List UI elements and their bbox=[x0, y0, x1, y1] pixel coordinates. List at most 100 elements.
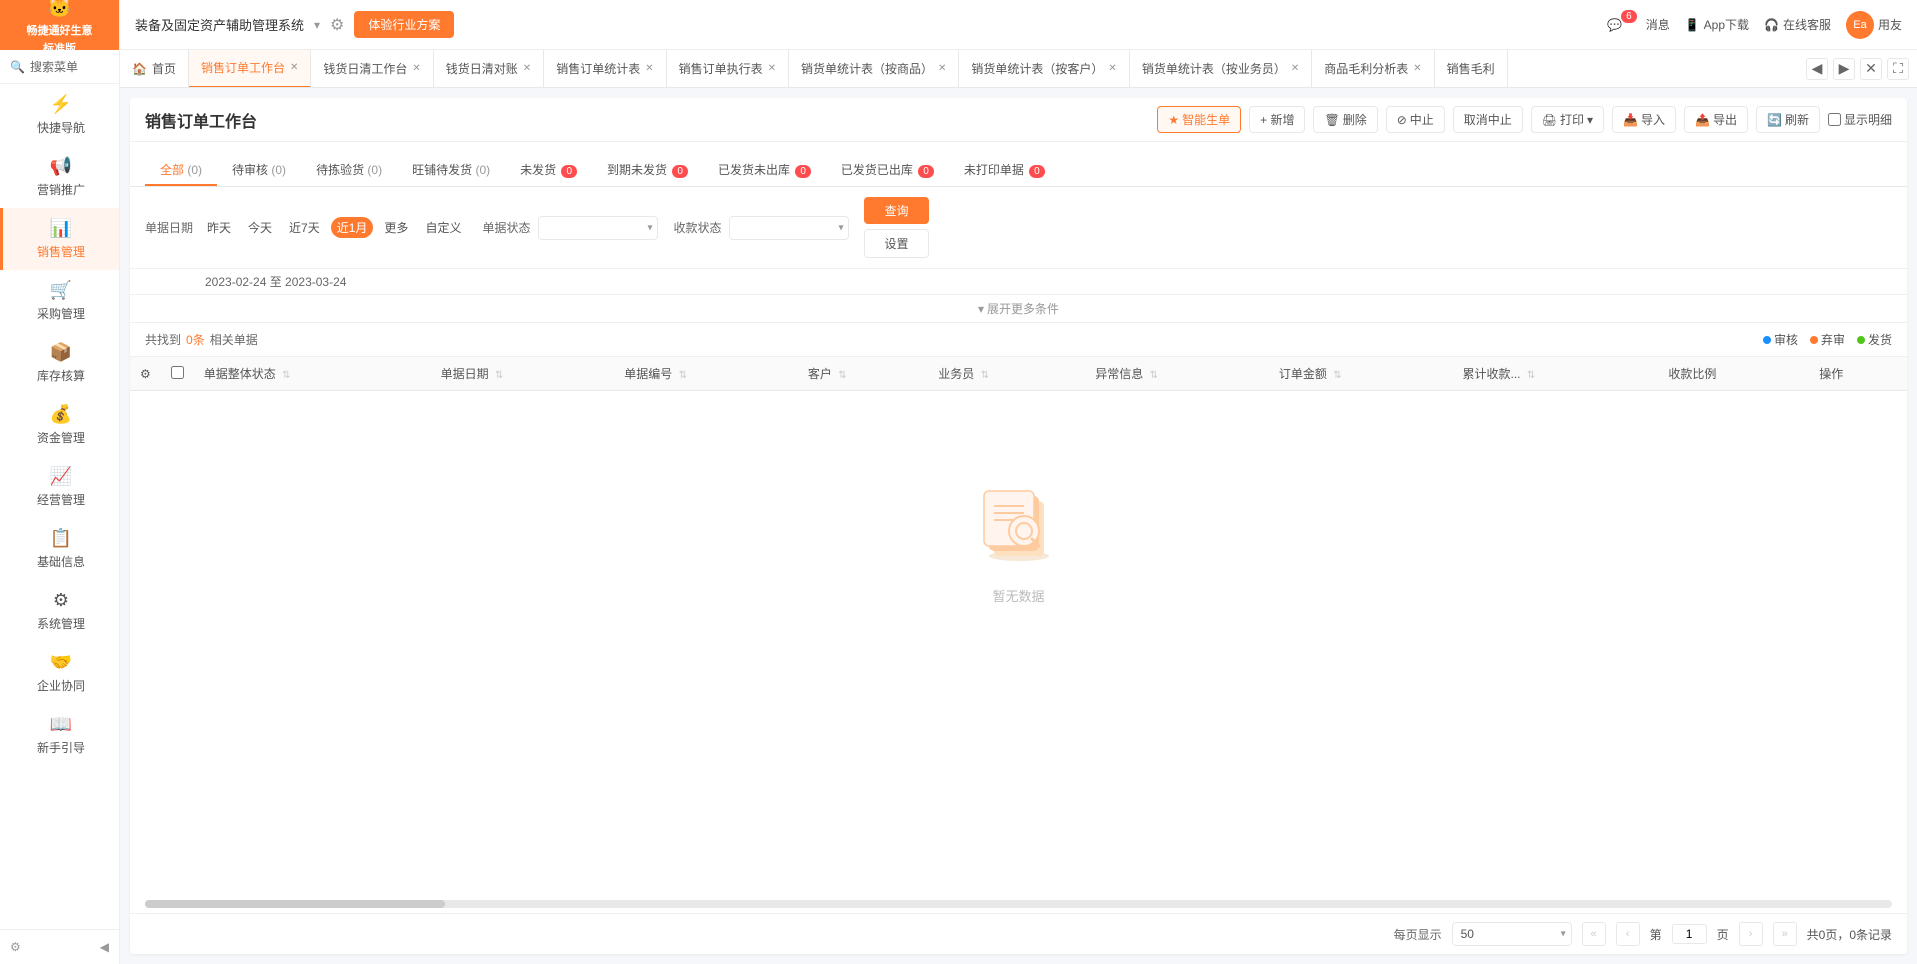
date-yesterday[interactable]: 昨天 bbox=[201, 217, 237, 238]
tab-gross-margin[interactable]: 商品毛利分析表 ✕ bbox=[1312, 50, 1434, 88]
scrollbar-track[interactable] bbox=[130, 895, 1907, 913]
sidebar-item-purchase[interactable]: 🛒 采购管理 bbox=[0, 270, 119, 332]
receipt-select[interactable] bbox=[729, 216, 849, 240]
unaudit-action[interactable]: 弃审 bbox=[1810, 331, 1845, 348]
industry-plan-button[interactable]: 体验行业方案 bbox=[354, 11, 454, 38]
settings-icon[interactable]: ⚙ bbox=[10, 940, 21, 954]
expand-button[interactable]: ▾ 展开更多条件 bbox=[978, 300, 1059, 317]
display-detail-checkbox[interactable] bbox=[1828, 113, 1841, 126]
query-button[interactable]: 查询 bbox=[864, 197, 928, 224]
tab-home[interactable]: 🏠 首页 bbox=[120, 50, 189, 88]
first-page-button[interactable]: « bbox=[1582, 922, 1606, 946]
date-1month[interactable]: 近1月 bbox=[331, 217, 374, 238]
select-all-checkbox[interactable] bbox=[171, 366, 184, 379]
sidebar-item-guide[interactable]: 📖 新手引导 bbox=[0, 704, 119, 766]
delete-button[interactable]: 🗑 删除 bbox=[1313, 106, 1377, 133]
collapse-icon[interactable]: ◀ bbox=[100, 940, 109, 954]
setting-button[interactable]: 设置 bbox=[864, 229, 928, 258]
tab-cash-reconcile[interactable]: 钱货日清对账 ✕ bbox=[434, 50, 544, 88]
sidebar-item-marketing[interactable]: 📢 营销推广 bbox=[0, 146, 119, 208]
header-gear-icon[interactable]: ⚙ bbox=[330, 15, 344, 35]
sidebar-item-finance[interactable]: 💰 资金管理 bbox=[0, 394, 119, 456]
import-button[interactable]: 📥 导入 bbox=[1612, 106, 1676, 133]
sub-tab-pending-review[interactable]: 待审核 (0) bbox=[217, 155, 301, 186]
th-status-sort[interactable]: ⇅ bbox=[282, 370, 290, 381]
date-today[interactable]: 今天 bbox=[242, 217, 278, 238]
page-number-input[interactable] bbox=[1672, 924, 1707, 944]
sidebar-item-sales[interactable]: 📊 销售管理 bbox=[0, 208, 119, 270]
th-amount-sort[interactable]: ⇅ bbox=[1333, 370, 1341, 381]
online-service-item[interactable]: 🎧 在线客服 bbox=[1764, 16, 1831, 33]
sub-tab-shipped-stored[interactable]: 已发货已出库 0 bbox=[826, 155, 949, 186]
tab-sale-stats-product[interactable]: 销货单统计表（按商品） ✕ bbox=[789, 50, 959, 88]
date-custom[interactable]: 自定义 bbox=[419, 217, 467, 238]
tab-sale-stats-product-close[interactable]: ✕ bbox=[938, 63, 946, 74]
sub-tab-all[interactable]: 全部 (0) bbox=[145, 155, 217, 186]
tab-sale-stats-staff[interactable]: 销货单统计表（按业务员） ✕ bbox=[1130, 50, 1312, 88]
tab-sales-exec-close[interactable]: ✕ bbox=[768, 63, 776, 74]
sidebar-item-system[interactable]: ⚙ 系统管理 bbox=[0, 580, 119, 642]
scrollbar-thumb[interactable] bbox=[145, 900, 445, 908]
sidebar-item-basic[interactable]: 📋 基础信息 bbox=[0, 518, 119, 580]
tab-sales-profit[interactable]: 销售毛利 bbox=[1435, 50, 1508, 88]
sub-tab-pending-check[interactable]: 待拣验货 (0) bbox=[301, 155, 397, 186]
tab-sale-stats-staff-close[interactable]: ✕ bbox=[1291, 63, 1299, 74]
th-abnormal-sort[interactable]: ⇅ bbox=[1150, 370, 1158, 381]
th-staff-sort[interactable]: ⇅ bbox=[981, 370, 989, 381]
add-button[interactable]: + 新增 bbox=[1249, 106, 1305, 133]
tab-scroll-right[interactable]: ▶ bbox=[1833, 58, 1855, 80]
ship-action[interactable]: 发货 bbox=[1857, 331, 1892, 348]
sub-tab-overdue-not-shipped[interactable]: 到期未发货 0 bbox=[592, 155, 703, 186]
tab-cash-daily[interactable]: 钱货日清工作台 ✕ bbox=[311, 50, 433, 88]
sidebar-footer[interactable]: ⚙ ◀ bbox=[0, 929, 119, 964]
sub-tab-wangpu[interactable]: 旺铺待发货 (0) bbox=[397, 155, 505, 186]
tab-sales-workbench[interactable]: 销售订单工作台 ✕ bbox=[189, 50, 311, 88]
sidebar-item-quick-nav[interactable]: ⚡ 快捷导航 bbox=[0, 84, 119, 146]
tab-close-all[interactable]: ✕ bbox=[1860, 58, 1882, 80]
th-number-sort[interactable]: ⇅ bbox=[679, 370, 687, 381]
th-date-sort[interactable]: ⇅ bbox=[495, 370, 503, 381]
tab-scroll-left[interactable]: ◀ bbox=[1806, 58, 1828, 80]
date-more[interactable]: 更多 bbox=[378, 217, 414, 238]
next-page-button[interactable]: › bbox=[1739, 922, 1763, 946]
refresh-button[interactable]: 🔄 刷新 bbox=[1756, 106, 1820, 133]
per-page-select[interactable]: 50 10 20 100 bbox=[1452, 922, 1572, 946]
user-item[interactable]: Ea 用友 bbox=[1846, 11, 1902, 39]
sub-tab-unprinted[interactable]: 未打印单据 0 bbox=[949, 155, 1060, 186]
tab-sales-exec[interactable]: 销售订单执行表 ✕ bbox=[667, 50, 789, 88]
last-page-button[interactable]: » bbox=[1773, 922, 1797, 946]
tab-maximize[interactable]: ⛶ bbox=[1887, 58, 1909, 80]
tab-sale-stats-customer-close[interactable]: ✕ bbox=[1108, 63, 1116, 74]
sidebar-search[interactable]: 🔍 搜索菜单 bbox=[0, 50, 119, 84]
tab-sales-stats[interactable]: 销售订单统计表 ✕ bbox=[544, 50, 666, 88]
tab-cash-reconcile-close[interactable]: ✕ bbox=[523, 63, 531, 74]
sub-tab-not-shipped[interactable]: 未发货 0 bbox=[505, 155, 592, 186]
pause-button[interactable]: ⊘ 中止 bbox=[1386, 106, 1445, 133]
app-download-item[interactable]: 📱 App下载 bbox=[1685, 16, 1749, 33]
export-button[interactable]: 📤 导出 bbox=[1684, 106, 1748, 133]
th-customer-sort[interactable]: ⇅ bbox=[838, 370, 846, 381]
date-7days[interactable]: 近7天 bbox=[283, 217, 326, 238]
th-cumulative-sort[interactable]: ⇅ bbox=[1527, 370, 1535, 381]
sub-tab-shipped-not-stored[interactable]: 已发货未出库 0 bbox=[703, 155, 826, 186]
th-checkbox[interactable] bbox=[161, 357, 194, 391]
tab-sales-stats-close[interactable]: ✕ bbox=[645, 63, 653, 74]
tab-cash-daily-close[interactable]: ✕ bbox=[412, 63, 420, 74]
tab-gross-margin-close[interactable]: ✕ bbox=[1413, 63, 1421, 74]
review-action[interactable]: 审核 bbox=[1763, 331, 1798, 348]
th-settings[interactable]: ⚙ bbox=[130, 357, 161, 391]
sidebar-item-inventory[interactable]: 📦 库存核算 bbox=[0, 332, 119, 394]
sidebar-item-operation[interactable]: 📈 经营管理 bbox=[0, 456, 119, 518]
header-dropdown-arrow[interactable]: ▾ bbox=[314, 18, 320, 32]
print-button[interactable]: 🖨 打印 ▾ bbox=[1531, 106, 1604, 133]
cancel-pause-button[interactable]: 取消中止 bbox=[1453, 106, 1523, 133]
smart-create-button[interactable]: ★ 智能生单 bbox=[1157, 106, 1241, 133]
status-select[interactable] bbox=[538, 216, 658, 240]
table-scroll[interactable]: ⚙ 单据整体状态 ⇅ 单据日期 ⇅ bbox=[130, 357, 1907, 895]
sidebar-item-enterprise[interactable]: 🤝 企业协同 bbox=[0, 642, 119, 704]
display-detail-toggle[interactable]: 显示明细 bbox=[1828, 111, 1892, 128]
prev-page-button[interactable]: ‹ bbox=[1616, 922, 1640, 946]
tab-sale-stats-customer[interactable]: 销货单统计表（按客户） ✕ bbox=[959, 50, 1129, 88]
message-item[interactable]: 💬 6 消息 bbox=[1607, 16, 1670, 33]
tab-sales-workbench-close[interactable]: ✕ bbox=[290, 62, 298, 73]
